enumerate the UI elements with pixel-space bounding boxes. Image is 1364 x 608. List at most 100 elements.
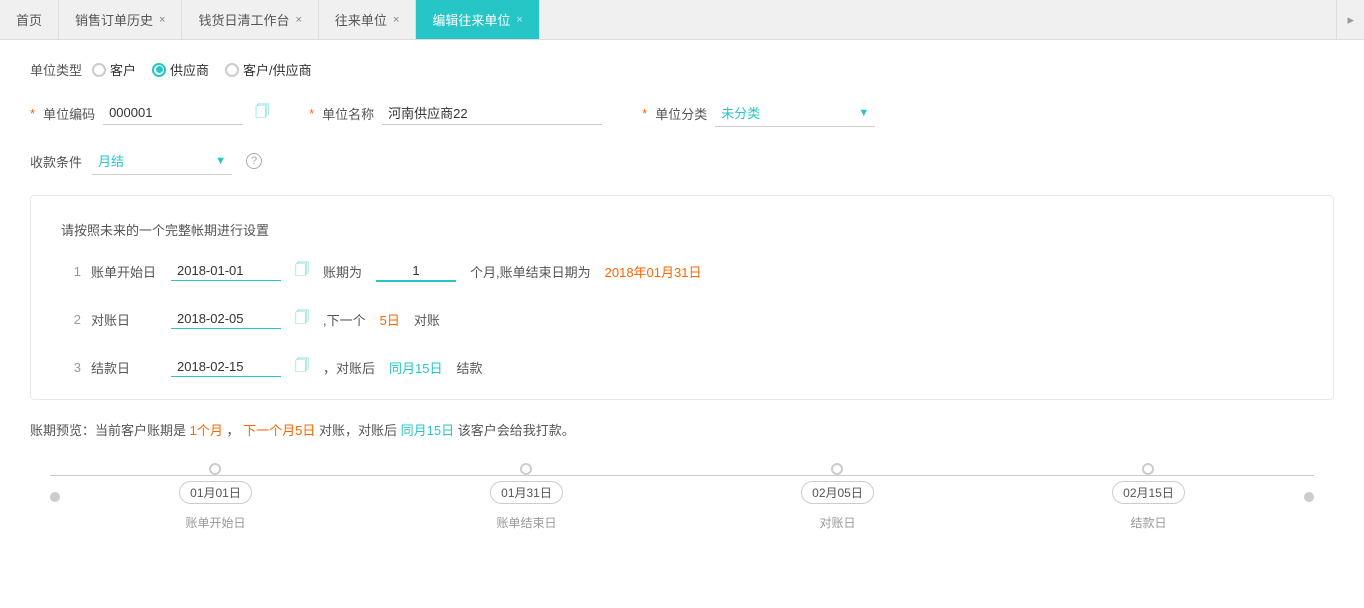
tab-overflow-arrow[interactable]: ▸ (1336, 0, 1364, 39)
setting-row-2: 2 对账日 🗍 ,下一个 5日 对账 (61, 307, 1303, 331)
row-1-label: 账单开始日 (91, 262, 161, 281)
row-3-suffix-end: 结款 (456, 358, 482, 377)
preview-part1: 1个月 (190, 423, 223, 438)
timeline-node-2: 02月05日对账日 (801, 463, 874, 531)
unit-code-label: 单位编码 (43, 104, 95, 123)
tab-cash-workbench-label: 钱货日清工作台 (198, 10, 289, 29)
row-3-label: 结款日 (91, 358, 161, 377)
timeline-end-cap (1304, 492, 1314, 502)
radio-supplier[interactable]: 供应商 (152, 60, 209, 79)
tab-edit-counterpart[interactable]: 编辑往来单位 × (416, 0, 539, 39)
row-3-num: 3 (61, 360, 81, 375)
row-1-num: 1 (61, 264, 81, 279)
row-3-calendar-icon[interactable]: 🗍 (295, 355, 309, 379)
row-3-suffix-text: ，对账后 (323, 358, 375, 377)
tab-home-label: 首页 (16, 10, 42, 29)
tab-edit-counterpart-close[interactable]: × (516, 14, 522, 26)
tab-cash-workbench-close[interactable]: × (295, 14, 301, 26)
node-dot-0 (209, 463, 221, 475)
node-label-0: 账单开始日 (185, 514, 245, 531)
tab-edit-counterpart-label: 编辑往来单位 (432, 10, 510, 29)
radio-both-circle (225, 63, 239, 77)
row-2-suffix-text: ,下一个 (323, 310, 366, 329)
radio-customer[interactable]: 客户 (92, 60, 136, 79)
unit-code-input[interactable] (103, 101, 243, 125)
node-badge-2: 02月05日 (801, 481, 874, 504)
tab-counterpart-label: 往来单位 (335, 10, 387, 29)
node-dot-2 (831, 463, 843, 475)
node-dot-3 (1142, 463, 1154, 475)
preview-part3-sep: 该客户会给我打款。 (458, 423, 575, 438)
node-badge-1: 01月31日 (490, 481, 563, 504)
timeline-section: 01月01日账单开始日 01月31日账单结束日 02月05日对账日 02月15日结款日 (30, 463, 1334, 531)
radio-supplier-circle (152, 63, 166, 77)
row-2-suffix-end: 对账 (414, 310, 440, 329)
unit-category-arrow-icon: ▼ (858, 107, 869, 119)
row-1-period-end: 2018年01月31日 (605, 262, 702, 281)
timeline-node-3: 02月15日结款日 (1112, 463, 1185, 531)
preview-part2-sep: 对账，对账后 (319, 423, 397, 438)
settings-card: 请按照未来的一个完整帐期进行设置 1 账单开始日 🗍 账期为 个月,账单结束日期… (30, 195, 1334, 400)
unit-name-star: * (309, 106, 314, 121)
row-2-calendar-icon[interactable]: 🗍 (295, 307, 309, 331)
unit-category-label: 单位分类 (655, 104, 707, 123)
card-title: 请按照未来的一个完整帐期进行设置 (61, 220, 1303, 239)
unit-type-row: 单位类型 客户 供应商 客户/供应商 (30, 60, 1334, 79)
radio-customer-circle (92, 63, 106, 77)
tab-bar: 首页 销售订单历史 × 钱货日清工作台 × 往来单位 × 编辑往来单位 × ▸ (0, 0, 1364, 40)
setting-row-3: 3 结款日 🗍 ，对账后 同月15日 结款 (61, 355, 1303, 379)
node-badge-3: 02月15日 (1112, 481, 1185, 504)
node-dot-1 (520, 463, 532, 475)
tab-counterpart[interactable]: 往来单位 × (319, 0, 416, 39)
radio-supplier-label: 供应商 (170, 60, 209, 79)
payment-terms-label: 收款条件 (30, 152, 82, 171)
tab-counterpart-close[interactable]: × (393, 14, 399, 26)
tab-sales-history-close[interactable]: × (159, 14, 165, 26)
unit-name-input[interactable] (382, 101, 602, 125)
row-2-label: 对账日 (91, 310, 161, 329)
unit-code-calendar-icon[interactable]: 🗍 (255, 101, 269, 125)
tab-sales-history[interactable]: 销售订单历史 × (59, 0, 182, 39)
preview-part1-sep: ， (227, 423, 240, 438)
unit-category-dropdown[interactable]: 未分类 ▼ (715, 99, 875, 127)
row-2-num: 2 (61, 312, 81, 327)
row-1-calendar-icon[interactable]: 🗍 (295, 259, 309, 283)
tab-sales-history-label: 销售订单历史 (75, 10, 153, 29)
preview-part2: 下一个月5日 (243, 423, 315, 438)
timeline-node-1: 01月31日账单结束日 (490, 463, 563, 531)
timeline-nodes: 01月01日账单开始日 01月31日账单结束日 02月05日对账日 02月15日结款日 (60, 463, 1304, 531)
payment-terms-arrow-icon: ▼ (215, 155, 226, 167)
node-badge-0: 01月01日 (179, 481, 252, 504)
timeline-node-0: 01月01日账单开始日 (179, 463, 252, 531)
row-3-suffix-highlight: 同月15日 (389, 358, 442, 377)
payment-terms-help-icon[interactable]: ? (246, 153, 262, 169)
unit-type-label: 单位类型 (30, 60, 82, 79)
radio-customer-label: 客户 (110, 60, 136, 79)
node-label-3: 结款日 (1130, 514, 1166, 531)
radio-both-label: 客户/供应商 (243, 60, 312, 79)
row-1-period-unit: 个月,账单结束日期为 (470, 262, 591, 281)
radio-both[interactable]: 客户/供应商 (225, 60, 312, 79)
preview-part3: 同月15日 (401, 423, 454, 438)
row-1-period-input[interactable] (376, 261, 456, 282)
node-label-1: 账单结束日 (496, 514, 556, 531)
row-2-suffix-highlight: 5日 (380, 310, 400, 329)
timeline-start-cap (50, 492, 60, 502)
unit-category-value: 未分类 (721, 103, 854, 122)
row-1-date-input[interactable] (171, 261, 281, 281)
main-content: 单位类型 客户 供应商 客户/供应商 * 单位编码 🗍 * 单位名称 (0, 40, 1364, 608)
row-3-date-input[interactable] (171, 357, 281, 377)
node-label-2: 对账日 (819, 514, 855, 531)
payment-terms-row: 收款条件 月结 ▼ ? (30, 147, 1334, 175)
setting-row-1: 1 账单开始日 🗍 账期为 个月,账单结束日期为 2018年01月31日 (61, 259, 1303, 283)
row-2-date-input[interactable] (171, 309, 281, 329)
payment-terms-dropdown[interactable]: 月结 ▼ (92, 147, 232, 175)
unit-info-row: * 单位编码 🗍 * 单位名称 * 单位分类 未分类 ▼ (30, 99, 1334, 127)
unit-type-radio-group: 客户 供应商 客户/供应商 (92, 60, 312, 79)
preview-label: 账期预览：当前客户账期是 (30, 423, 186, 438)
tab-cash-workbench[interactable]: 钱货日清工作台 × (182, 0, 318, 39)
payment-terms-value: 月结 (98, 151, 211, 170)
unit-name-label: 单位名称 (322, 104, 374, 123)
tab-home[interactable]: 首页 (0, 0, 59, 39)
preview-section: 账期预览：当前客户账期是 1个月 ， 下一个月5日 对账，对账后 同月15日 该… (30, 420, 1334, 439)
